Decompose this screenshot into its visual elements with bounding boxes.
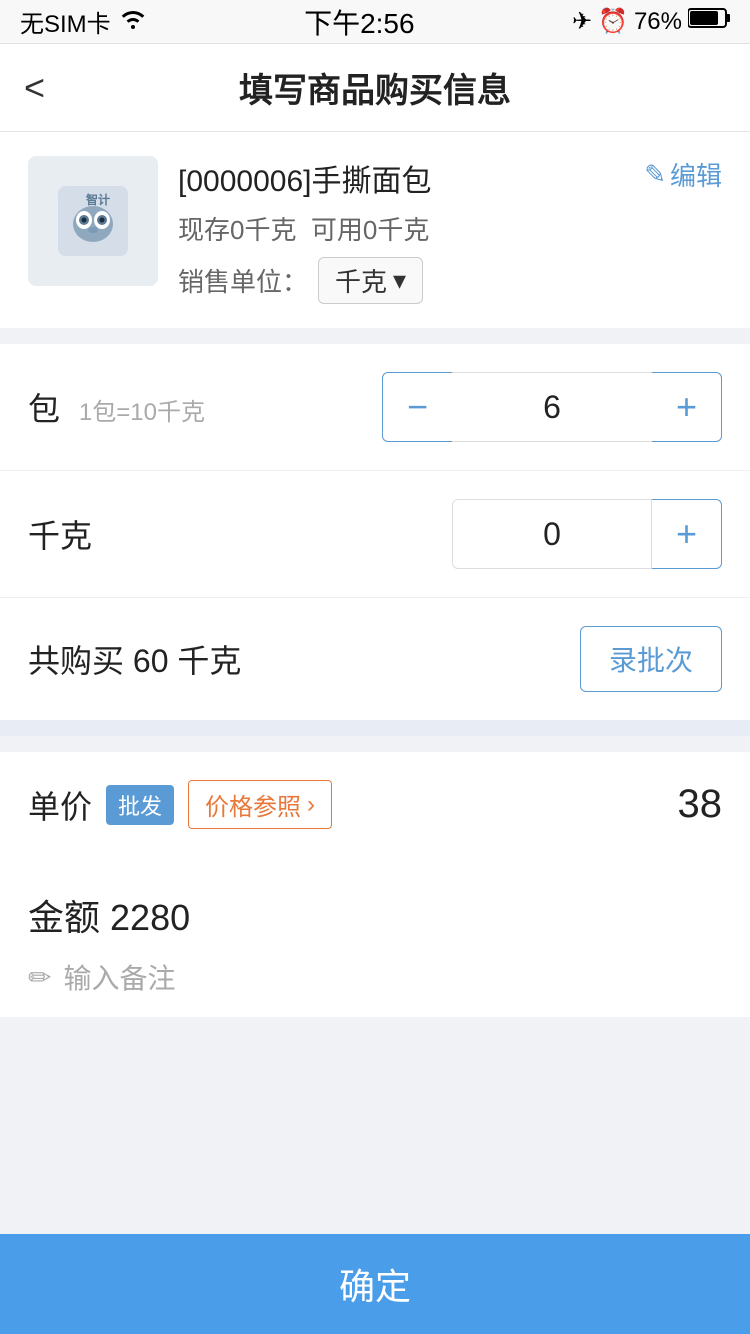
- bao-hint: 1包=10千克: [79, 399, 205, 426]
- amount-row: 金额 2280: [28, 889, 722, 941]
- price-label-group: 单价 批发 价格参照 ›: [28, 780, 332, 829]
- product-section: 智计 [0000006]手撕面包 现存0千克 可用0千克 销售单位： 千克 ▾ …: [0, 132, 750, 328]
- product-unit: 销售单位： 千克 ▾: [178, 257, 722, 304]
- page-title: 填写商品购买信息: [239, 63, 511, 112]
- kg-input[interactable]: [452, 499, 652, 569]
- kg-quantity-control: +: [452, 499, 722, 569]
- price-ref-button[interactable]: 价格参照 ›: [188, 780, 332, 829]
- remark-placeholder[interactable]: 输入备注: [63, 957, 175, 997]
- divider-2: [0, 720, 750, 736]
- unit-selector[interactable]: 千克 ▾: [318, 257, 423, 304]
- bao-plus-button[interactable]: +: [652, 372, 722, 442]
- bao-row: 包 1包=10千克 − +: [0, 344, 750, 471]
- status-bar: 无SIM卡 下午2:56 ✈ ⏰ 76%: [0, 0, 750, 44]
- edit-icon: ✎: [644, 159, 666, 190]
- status-left: 无SIM卡: [20, 4, 147, 39]
- location-icon: ✈: [572, 7, 592, 36]
- bao-minus-button[interactable]: −: [382, 372, 452, 442]
- kg-plus-button[interactable]: +: [652, 499, 722, 569]
- back-button[interactable]: <: [24, 67, 45, 109]
- status-right: ✈ ⏰ 76%: [572, 7, 730, 36]
- alarm-icon: ⏰: [598, 7, 628, 36]
- batch-button[interactable]: 录批次: [580, 626, 722, 692]
- bao-input[interactable]: [452, 372, 652, 442]
- price-section: 单价 批发 价格参照 › 38: [0, 752, 750, 861]
- amount-section: 金额 2280 ✏ 输入备注: [0, 861, 750, 1017]
- wifi-icon: [119, 7, 147, 36]
- price-tag: 批发: [106, 785, 174, 825]
- price-row: 单价 批发 价格参照 › 38: [28, 780, 722, 829]
- product-stock: 现存0千克 可用0千克: [178, 210, 722, 247]
- product-image: 智计: [28, 156, 158, 286]
- confirm-button[interactable]: 确定: [0, 1234, 750, 1334]
- battery-icon: [688, 7, 730, 36]
- product-info: [0000006]手撕面包 现存0千克 可用0千克 销售单位： 千克 ▾: [178, 156, 722, 304]
- remark-row[interactable]: ✏ 输入备注: [28, 957, 722, 997]
- status-time: 下午2:56: [304, 2, 415, 42]
- nav-bar: < 填写商品购买信息: [0, 44, 750, 132]
- total-label: 共购买 60 千克: [28, 636, 241, 682]
- bao-quantity-control: − +: [382, 372, 722, 442]
- svg-text:智计: 智计: [85, 192, 110, 207]
- edit-button[interactable]: ✎ 编辑: [644, 156, 722, 193]
- kg-label: 千克: [28, 511, 452, 557]
- product-name: [0000006]手撕面包: [178, 156, 722, 200]
- bao-label: 包 1包=10千克: [28, 384, 382, 430]
- dropdown-icon: ▾: [393, 265, 406, 296]
- price-ref-arrow-icon: ›: [307, 791, 315, 819]
- price-label: 单价: [28, 782, 92, 828]
- pencil-icon: ✏: [28, 961, 51, 994]
- total-row: 共购买 60 千克 录批次: [0, 598, 750, 720]
- carrier-text: 无SIM卡: [20, 4, 111, 39]
- battery-text: 76%: [634, 8, 682, 36]
- price-value: 38: [678, 782, 723, 827]
- kg-row: 千克 +: [0, 471, 750, 598]
- bao-section: 包 1包=10千克 − + 千克 +: [0, 344, 750, 598]
